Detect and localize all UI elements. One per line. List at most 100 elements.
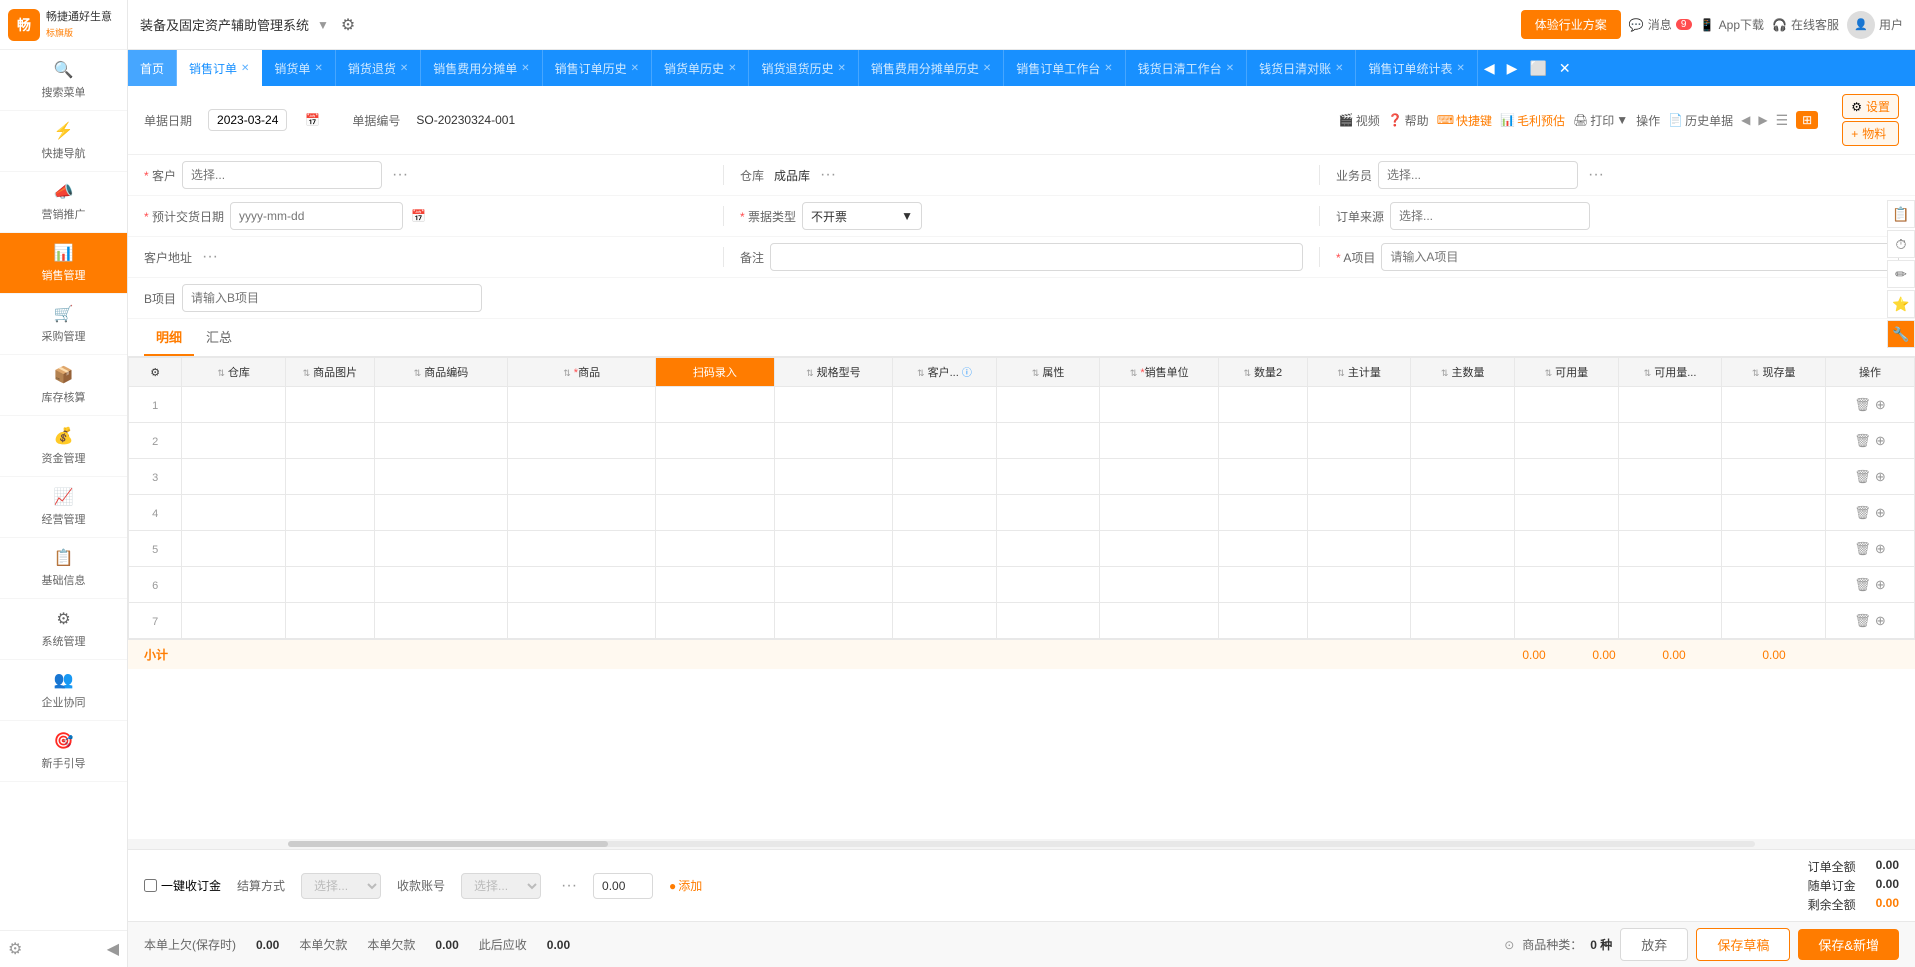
sidebar-item-guide[interactable]: 🎯 新手引导 [0, 721, 127, 782]
row-scan[interactable] [656, 423, 774, 459]
a-project-input[interactable] [1381, 243, 1899, 271]
row-name[interactable] [508, 387, 656, 423]
sidebar-item-purchase[interactable]: 🛒 采购管理 [0, 294, 127, 355]
row-attr[interactable] [996, 495, 1100, 531]
row-unit[interactable] [1100, 531, 1218, 567]
sidebar-item-quick-nav[interactable]: ⚡ 快捷导航 [0, 111, 127, 172]
row-qty2[interactable] [1218, 387, 1307, 423]
row-avail2[interactable] [1618, 531, 1722, 567]
row-avail2[interactable] [1618, 567, 1722, 603]
receipt-expand-icon[interactable]: ··· [561, 877, 577, 895]
row-avail2[interactable] [1618, 495, 1722, 531]
row-main-unit[interactable] [1307, 387, 1411, 423]
tab-close-icon[interactable]: ✕ [400, 63, 408, 74]
row-avail2[interactable] [1618, 423, 1722, 459]
row-code[interactable] [374, 459, 507, 495]
tab-sales-return-history[interactable]: 销货退货历史 ✕ [749, 50, 858, 86]
row-avail[interactable] [1515, 567, 1619, 603]
history-doc-btn[interactable]: 📄 历史单据 [1668, 112, 1733, 129]
row-spec[interactable] [774, 495, 892, 531]
shortcut-btn[interactable]: ⌨ 快捷键 [1437, 112, 1492, 129]
row-unit[interactable] [1100, 459, 1218, 495]
row-image[interactable] [285, 387, 374, 423]
horizontal-scrollbar[interactable] [128, 839, 1915, 849]
th-warehouse[interactable]: ⇅ 仓库 [182, 358, 286, 387]
print-btn[interactable]: 🖨 打印 ▼ [1573, 112, 1628, 129]
row-spec[interactable] [774, 531, 892, 567]
tab-next-btn[interactable]: ▶ [1501, 60, 1524, 77]
row-spec[interactable] [774, 423, 892, 459]
calendar-icon[interactable]: 📅 [305, 113, 320, 127]
online-service-btn[interactable]: 🎧 在线客服 [1772, 16, 1839, 33]
th-main-unit[interactable]: ⇅ 主计量 [1307, 358, 1411, 387]
row-stock[interactable] [1722, 567, 1826, 603]
tab-close-icon[interactable]: ✕ [1457, 63, 1465, 74]
customer-expand-icon[interactable]: ··· [392, 166, 408, 184]
row-attr[interactable] [996, 603, 1100, 639]
row-stock[interactable] [1722, 531, 1826, 567]
row-warehouse[interactable] [182, 459, 286, 495]
tab-cash-daily-workbench[interactable]: 钱货日清工作台 ✕ [1126, 50, 1247, 86]
tab-sales-workbench[interactable]: 销售订单工作台 ✕ [1004, 50, 1125, 86]
tab-detail[interactable]: 明细 [144, 319, 194, 356]
row-name[interactable] [508, 531, 656, 567]
one-click-payment-checkbox[interactable]: 一键收订金 [144, 877, 221, 894]
tab-close-icon[interactable]: ✕ [1226, 63, 1234, 74]
tab-close-icon[interactable]: ✕ [631, 63, 639, 74]
row-customer-code[interactable] [893, 531, 997, 567]
row-image[interactable] [285, 567, 374, 603]
tab-close-icon[interactable]: ✕ [521, 63, 529, 74]
row-code[interactable] [374, 603, 507, 639]
row-name[interactable] [508, 567, 656, 603]
dropdown-arrow-icon[interactable]: ▼ [317, 18, 329, 32]
row-delete-icon[interactable]: 🗑 [1854, 613, 1871, 629]
row-attr[interactable] [996, 387, 1100, 423]
row-name[interactable] [508, 495, 656, 531]
row-avail[interactable] [1515, 531, 1619, 567]
payment-method-select[interactable]: 选择... [301, 873, 381, 899]
row-customer-code[interactable] [893, 387, 997, 423]
th-name[interactable]: ⇅ *商品 [508, 358, 656, 387]
row-customer-code[interactable] [893, 459, 997, 495]
row-scan[interactable] [656, 459, 774, 495]
row-stock[interactable] [1722, 459, 1826, 495]
tab-summary[interactable]: 汇总 [194, 319, 244, 356]
row-copy-icon[interactable]: ⊕ [1875, 397, 1886, 413]
row-copy-icon[interactable]: ⊕ [1875, 577, 1886, 593]
row-unit[interactable] [1100, 603, 1218, 639]
row-main-qty[interactable] [1411, 423, 1515, 459]
th-code[interactable]: ⇅ 商品编码 [374, 358, 507, 387]
row-delete-icon[interactable]: 🗑 [1854, 541, 1871, 557]
row-scan[interactable] [656, 387, 774, 423]
row-delete-icon[interactable]: 🗑 [1854, 505, 1871, 521]
tab-close-icon[interactable]: ✕ [728, 63, 736, 74]
row-avail2[interactable] [1618, 459, 1722, 495]
right-float-btn-1[interactable]: 📋 [1887, 200, 1915, 228]
tab-expand-btn[interactable]: ⬜ [1523, 60, 1552, 77]
order-source-input[interactable] [1390, 202, 1590, 230]
th-avail2[interactable]: ⇅ 可用量... [1618, 358, 1722, 387]
row-unit[interactable] [1100, 495, 1218, 531]
row-unit[interactable] [1100, 567, 1218, 603]
row-attr[interactable] [996, 531, 1100, 567]
th-avail[interactable]: ⇅ 可用量 [1515, 358, 1619, 387]
row-warehouse[interactable] [182, 567, 286, 603]
th-main-qty[interactable]: ⇅ 主数量 [1411, 358, 1515, 387]
row-stock[interactable] [1722, 387, 1826, 423]
sidebar-item-sales[interactable]: 📊 销售管理 [0, 233, 127, 294]
tab-close-icon[interactable]: ✕ [314, 63, 322, 74]
nav-next-btn[interactable]: ▶ [1758, 113, 1767, 127]
customer-input[interactable] [182, 161, 382, 189]
row-image[interactable] [285, 459, 374, 495]
row-main-qty[interactable] [1411, 495, 1515, 531]
row-delete-icon[interactable]: 🗑 [1854, 469, 1871, 485]
profit-estimate-btn[interactable]: 📊 毛利预估 [1500, 112, 1565, 129]
row-code[interactable] [374, 423, 507, 459]
row-copy-icon[interactable]: ⊕ [1875, 613, 1886, 629]
payment-amount-input[interactable] [593, 873, 653, 899]
row-main-unit[interactable] [1307, 531, 1411, 567]
th-spec[interactable]: ⇅ 规格型号 [774, 358, 892, 387]
row-main-unit[interactable] [1307, 459, 1411, 495]
row-name[interactable] [508, 603, 656, 639]
row-image[interactable] [285, 495, 374, 531]
